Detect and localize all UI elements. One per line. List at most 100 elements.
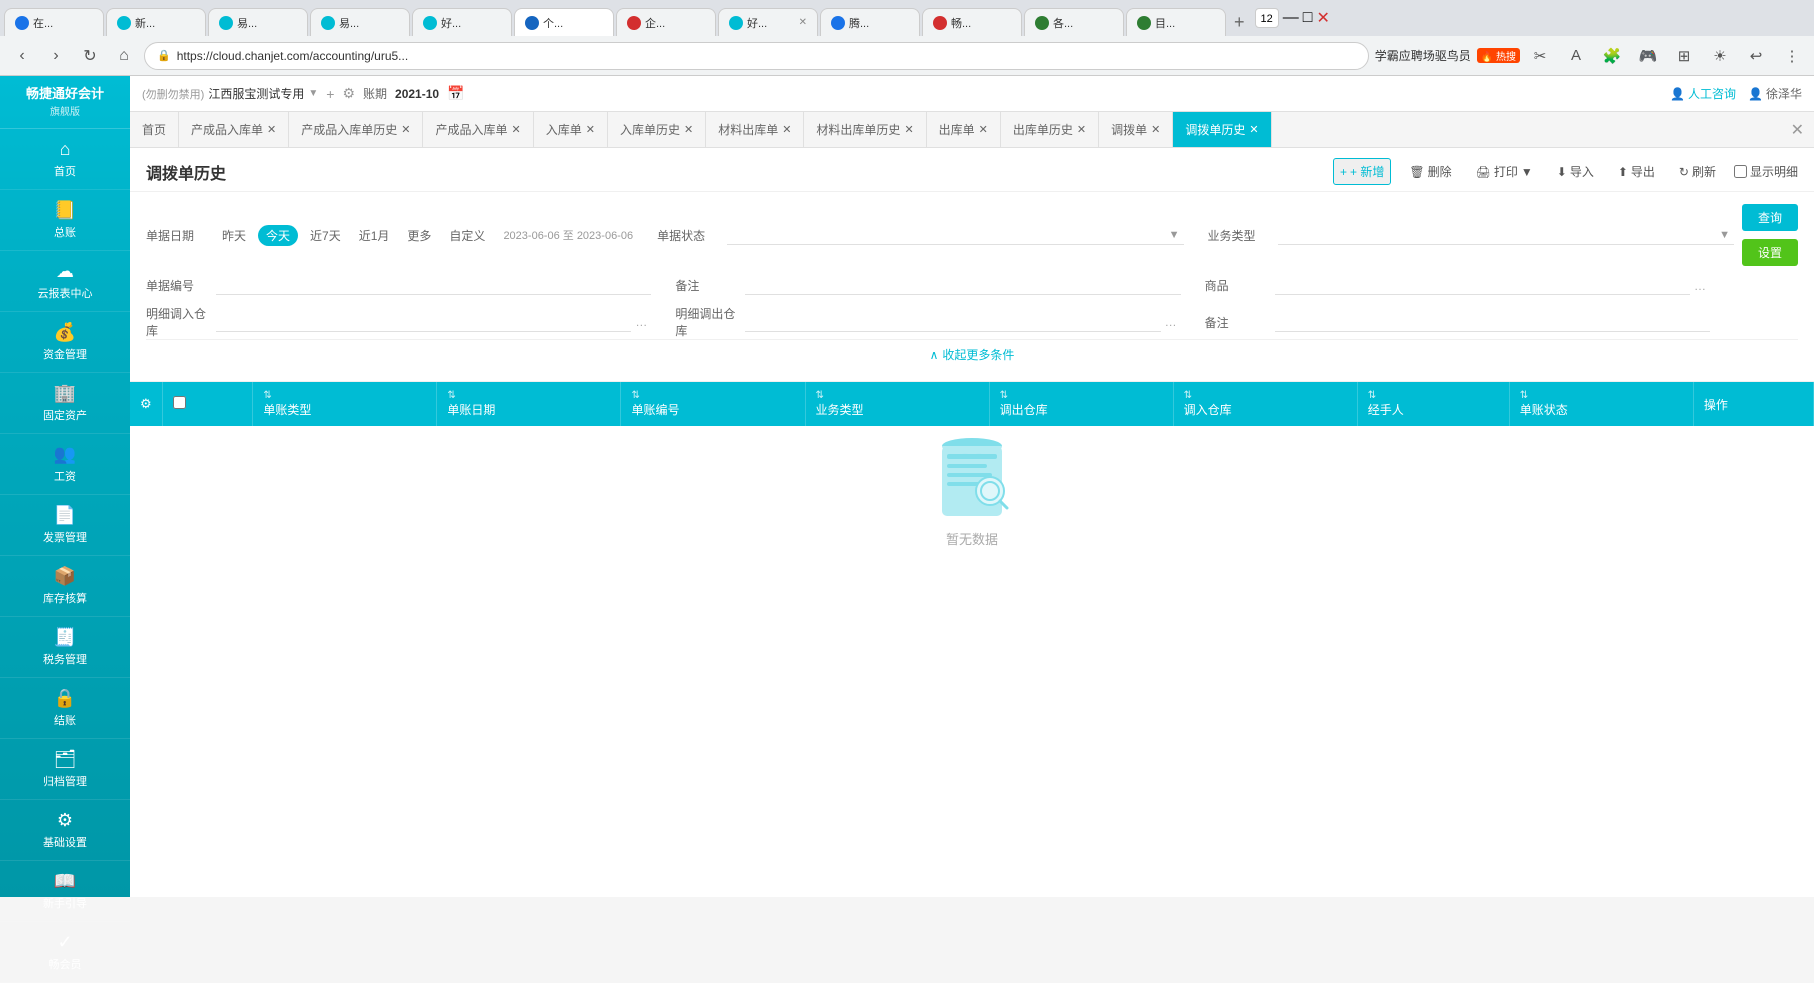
page-tab-transfer[interactable]: 调拨单 ✕	[1099, 112, 1173, 148]
sidebar-item-archive[interactable]: 🗂 归档管理	[0, 739, 130, 800]
th-type[interactable]: 单账类型	[253, 382, 437, 426]
browser-tab-10[interactable]: 畅...	[922, 8, 1022, 36]
th-status[interactable]: 单账状态	[1509, 382, 1693, 426]
page-tab-stock-in-history[interactable]: 产成品入库单历史 ✕	[289, 112, 423, 148]
th-checkbox-cell[interactable]	[162, 382, 253, 426]
biz-type-dropdown[interactable]	[1278, 226, 1734, 245]
th-number[interactable]: 单账编号	[621, 382, 805, 426]
tab-close-icon[interactable]: ✕	[1249, 123, 1258, 136]
date-btn-custom[interactable]: 自定义	[443, 225, 491, 246]
new-button[interactable]: + + 新增	[1333, 158, 1391, 185]
page-tab-stock-in[interactable]: 产成品入库单 ✕	[179, 112, 289, 148]
detail-remark-input[interactable]	[1275, 313, 1710, 332]
sidebar-item-guide[interactable]: 📖 新手引导	[0, 861, 130, 922]
browser-tab-5[interactable]: 好...	[412, 8, 512, 36]
sidebar-item-salary[interactable]: 👥 工资	[0, 434, 130, 495]
date-btn-today[interactable]: 今天	[258, 225, 298, 246]
date-btn-yesterday[interactable]: 昨天	[216, 225, 252, 246]
show-more-toggle[interactable]: 显示明细	[1734, 163, 1798, 180]
page-tab-material-out-history[interactable]: 材料出库单历史 ✕	[804, 112, 926, 148]
tab-close-icon[interactable]: ✕	[401, 123, 410, 136]
back-button[interactable]: ‹	[8, 42, 36, 70]
date-btn-more[interactable]: 更多	[401, 225, 437, 246]
translate-icon[interactable]: A	[1562, 42, 1590, 70]
sidebar-item-inventory[interactable]: 📦 库存核算	[0, 556, 130, 617]
detail-out-ellipsis-icon[interactable]: …	[1161, 315, 1181, 329]
detail-out-input[interactable]	[745, 313, 1160, 332]
tab-close-icon[interactable]: ✕	[1151, 123, 1160, 136]
settings-button[interactable]: 设置	[1742, 239, 1798, 266]
browser-tab-8[interactable]: 好... ✕	[718, 8, 818, 36]
th-biz-type[interactable]: 业务类型	[805, 382, 989, 426]
page-tab-stock-in2[interactable]: 产成品入库单 ✕	[423, 112, 533, 148]
browser-tab-11[interactable]: 各...	[1024, 8, 1124, 36]
sidebar-item-fixed[interactable]: 🏢 固定资产	[0, 373, 130, 434]
status-dropdown[interactable]: 草稿 已提交 已审核	[727, 226, 1183, 245]
detail-in-ellipsis-icon[interactable]: …	[631, 315, 651, 329]
browser-tab-12[interactable]: 目...	[1126, 8, 1226, 36]
browser-tab-3[interactable]: 易...	[208, 8, 308, 36]
help-button[interactable]: 👤 人工咨询	[1670, 85, 1736, 102]
browser-tab-6[interactable]: 个...	[514, 8, 614, 36]
th-gear[interactable]: ⚙	[130, 382, 162, 426]
tab-close-icon[interactable]: ✕	[1077, 123, 1086, 136]
goods-ellipsis-icon[interactable]: …	[1690, 279, 1710, 293]
sidebar-item-reports[interactable]: ☁ 云报表中心	[0, 251, 130, 312]
page-tab-in-history[interactable]: 入库单历史 ✕	[608, 112, 706, 148]
undo-icon[interactable]: ↩	[1742, 42, 1770, 70]
close-window-button[interactable]: ✕	[1316, 8, 1329, 28]
th-out-warehouse[interactable]: 调出仓库	[989, 382, 1173, 426]
goods-input[interactable]	[1275, 276, 1690, 295]
browser-tab-4[interactable]: 易...	[310, 8, 410, 36]
sidebar-item-ledger[interactable]: 📒 总账	[0, 190, 130, 251]
forward-button[interactable]: ›	[42, 42, 70, 70]
date-btn-7days[interactable]: 近7天	[304, 225, 347, 246]
page-tab-material-out[interactable]: 材料出库单 ✕	[706, 112, 804, 148]
th-date[interactable]: 单账日期	[437, 382, 621, 426]
tab-bar-close-button[interactable]: ✕	[1781, 120, 1814, 140]
print-button[interactable]: 🖨 打印 ▼	[1470, 159, 1539, 184]
export-button[interactable]: ⬆ 导出	[1612, 159, 1661, 184]
menu-icon[interactable]: ⋮	[1778, 42, 1806, 70]
sidebar-item-member[interactable]: ✓ 畅会员	[0, 922, 130, 983]
sidebar-item-funds[interactable]: 💰 资金管理	[0, 312, 130, 373]
tab-close-icon[interactable]: ✕	[512, 123, 521, 136]
grid-icon[interactable]: ⊞	[1670, 42, 1698, 70]
theme-icon[interactable]: ☀	[1706, 42, 1734, 70]
reload-button[interactable]: ↻	[76, 42, 104, 70]
browser-tab-7[interactable]: 企...	[616, 8, 716, 36]
sidebar-item-settings[interactable]: ⚙ 基础设置	[0, 800, 130, 861]
browser-tab-1[interactable]: 在...	[4, 8, 104, 36]
th-in-warehouse[interactable]: 调入仓库	[1173, 382, 1357, 426]
browser-tab-2[interactable]: 新...	[106, 8, 206, 36]
import-button[interactable]: ⬇ 导入	[1551, 159, 1600, 184]
detail-in-input[interactable]	[216, 313, 631, 332]
tab-close-icon[interactable]: ✕	[799, 17, 807, 28]
page-tab-out[interactable]: 出库单 ✕	[927, 112, 1001, 148]
browser-tab-9[interactable]: 腾...	[820, 8, 920, 36]
delete-button[interactable]: 🗑 删除	[1403, 159, 1457, 184]
show-more-checkbox[interactable]	[1734, 165, 1747, 178]
tab-close-icon[interactable]: ✕	[782, 123, 791, 136]
sidebar-item-home[interactable]: ⌂ 首页	[0, 129, 130, 190]
address-bar[interactable]: 🔒 https://cloud.chanjet.com/accounting/u…	[144, 42, 1369, 70]
new-tab-button[interactable]: +	[1228, 8, 1251, 36]
home-button[interactable]: ⌂	[110, 42, 138, 70]
maximize-button[interactable]: □	[1303, 9, 1313, 27]
calendar-icon[interactable]: 📅	[447, 85, 464, 102]
company-selector[interactable]: (勿删勿禁用) 江西服宝测试专用 ▼	[142, 85, 318, 102]
page-tab-out-history[interactable]: 出库单历史 ✕	[1001, 112, 1099, 148]
collapse-bar[interactable]: ∧ 收起更多条件	[146, 339, 1798, 369]
minimize-button[interactable]: —	[1283, 9, 1299, 27]
sidebar-item-tax[interactable]: 🧾 税务管理	[0, 617, 130, 678]
query-button[interactable]: 查询	[1742, 204, 1798, 231]
refresh-button[interactable]: ↻ 刷新	[1673, 159, 1722, 184]
page-tab-home[interactable]: 首页	[130, 112, 179, 148]
date-btn-1month[interactable]: 近1月	[353, 225, 396, 246]
tab-close-icon[interactable]: ✕	[979, 123, 988, 136]
sidebar-item-close[interactable]: 🔒 结账	[0, 678, 130, 739]
scissors-icon[interactable]: ✂	[1526, 42, 1554, 70]
game-icon[interactable]: 🎮	[1634, 42, 1662, 70]
sidebar-item-invoice[interactable]: 📄 发票管理	[0, 495, 130, 556]
extension-icon[interactable]: 🧩	[1598, 42, 1626, 70]
